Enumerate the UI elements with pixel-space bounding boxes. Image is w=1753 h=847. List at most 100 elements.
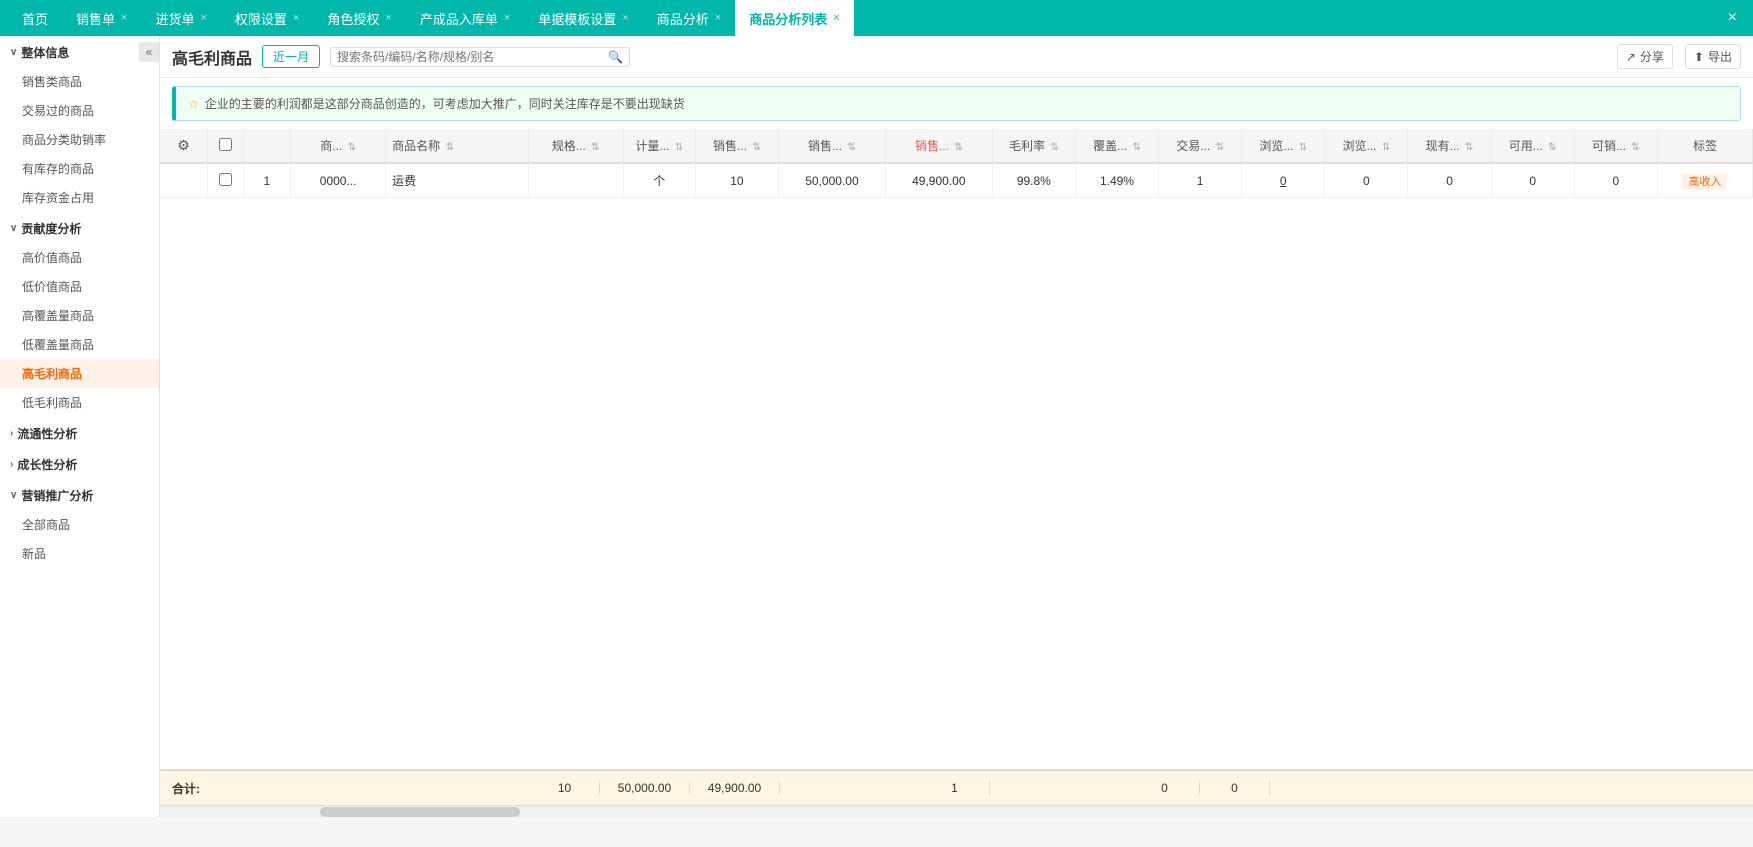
sort-icon: ⇅ [954,142,962,153]
col-gross-rate-header[interactable]: 毛利率 ⇅ [992,129,1075,163]
cell-browse1[interactable]: 0 [1242,163,1325,198]
nav-template-settings[interactable]: 单据模板设置 × [524,0,642,36]
filter-recent-month-button[interactable]: 近一月 [262,45,320,68]
cell-code: 0000... [291,163,386,198]
export-button[interactable]: ⬆ 导出 [1685,44,1741,69]
col-sales-qty-header[interactable]: 销售... ⇅ [695,129,778,163]
export-icon: ⬆ [1694,50,1704,64]
nav-permission-settings[interactable]: 权限设置 × [221,0,313,36]
cell-sellable: 0 [1574,163,1657,198]
sidebar-collapse-button[interactable]: « [139,42,159,62]
col-instock-header[interactable]: 现有... ⇅ [1408,129,1491,163]
footer-avail: 0 [1200,781,1270,795]
sidebar: « ∨ 整体信息 销售类商品 交易过的商品 商品分类助销率 有库存的商品 库存资… [0,36,160,817]
sidebar-item-stock-capital[interactable]: 库存资金占用 [0,183,159,212]
sidebar-item-instock-goods[interactable]: 有库存的商品 [0,154,159,183]
main-layout: « ∨ 整体信息 销售类商品 交易过的商品 商品分类助销率 有库存的商品 库存资… [0,36,1753,817]
col-cover-header[interactable]: 覆盖... ⇅ [1075,129,1158,163]
row-checkbox[interactable] [219,173,232,186]
col-trade-header[interactable]: 交易... ⇅ [1159,129,1242,163]
sort-icon: ⇅ [1548,142,1556,153]
sort-icon: ⇅ [847,142,855,153]
footer-instock: 0 [1130,781,1200,795]
search-icon[interactable]: 🔍 [608,50,623,64]
close-all-tabs[interactable]: × [1720,9,1745,27]
cell-name: 运费 [386,163,529,198]
col-browse2-header[interactable]: 浏览... ⇅ [1325,129,1408,163]
sidebar-item-new-goods[interactable]: 新品 [0,539,159,568]
settings-icon[interactable]: ⚙ [177,137,190,153]
col-sales-profit-header[interactable]: 销售... ⇅ [885,129,992,163]
header-actions: ↗ 分享 ⬆ 导出 [1617,44,1741,69]
nav-purchase-order[interactable]: 进货单 × [141,0,220,36]
sidebar-item-low-margin[interactable]: 低毛利商品 [0,388,159,417]
sidebar-item-category-assist-rate[interactable]: 商品分类助销率 [0,125,159,154]
sidebar-item-low-value[interactable]: 低价值商品 [0,272,159,301]
content-area: 高毛利商品 近一月 🔍 ↗ 分享 ⬆ 导出 ☆ 企业的主要的利润都是这部分商品创… [160,36,1753,817]
cell-browse2: 0 [1325,163,1408,198]
close-icon[interactable]: × [622,12,628,24]
close-icon[interactable]: × [293,12,299,24]
col-unit-header[interactable]: 计量... ⇅ [623,129,695,163]
sidebar-item-all-goods[interactable]: 全部商品 [0,510,159,539]
table-wrapper: ⚙ 商... ⇅ 商品名称 [160,129,1753,769]
cell-checkbox[interactable] [208,163,244,198]
horizontal-scroll-thumb[interactable] [320,807,520,817]
nav-role-auth[interactable]: 角色授权 × [313,0,405,36]
footer-sales-qty: 10 [530,781,600,795]
sort-icon: ⇅ [1299,142,1307,153]
sidebar-group-liquidity: › 流通性分析 [0,417,159,448]
footer-label: 合计: [172,780,200,797]
nav-sales-order[interactable]: 销售单 × [62,0,141,36]
search-input[interactable] [337,50,608,64]
sidebar-group-liquidity-title[interactable]: › 流通性分析 [0,417,159,448]
nav-product-inbound[interactable]: 产成品入库单 × [406,0,524,36]
close-icon[interactable]: × [833,12,839,24]
close-icon[interactable]: × [385,12,391,24]
close-icon[interactable]: × [121,12,127,24]
col-code-header[interactable]: 商... ⇅ [291,129,386,163]
sidebar-group-overall-title[interactable]: ∨ 整体信息 [0,36,159,67]
sidebar-item-sales-goods[interactable]: 销售类商品 [0,67,159,96]
horizontal-scroll-track[interactable] [160,805,1753,817]
col-checkbox[interactable] [208,129,244,163]
sidebar-item-high-coverage[interactable]: 高覆盖量商品 [0,301,159,330]
cell-sales-qty: 10 [695,163,778,198]
col-spec-header[interactable]: 规格... ⇅ [528,129,623,163]
sort-icon: ⇅ [1465,142,1473,153]
col-tag-header[interactable]: 标签 [1657,129,1752,163]
sidebar-item-high-value[interactable]: 高价值商品 [0,243,159,272]
nav-home[interactable]: 首页 [8,0,62,36]
nav-product-analysis-list[interactable]: 商品分析列表 × [735,0,853,36]
sidebar-item-high-margin[interactable]: 高毛利商品 [0,359,159,388]
share-button[interactable]: ↗ 分享 [1617,44,1673,69]
sidebar-group-contribution-title[interactable]: ∨ 贡献度分析 [0,212,159,243]
chevron-down-icon: ∨ [10,223,17,234]
sidebar-group-marketing-title[interactable]: ∨ 营销推广分析 [0,479,159,510]
nav-product-analysis[interactable]: 商品分析 × [643,0,735,36]
col-settings[interactable]: ⚙ [160,129,208,163]
col-browse1-header[interactable]: 浏览... ⇅ [1242,129,1325,163]
col-avail-header[interactable]: 可用... ⇅ [1491,129,1574,163]
col-name-header[interactable]: 商品名称 ⇅ [386,129,529,163]
sidebar-group-growth-title[interactable]: › 成长性分析 [0,448,159,479]
close-icon[interactable]: × [200,12,206,24]
share-icon: ↗ [1626,50,1636,64]
col-index-header[interactable] [243,129,291,163]
info-banner: ☆ 企业的主要的利润都是这部分商品创造的，可考虑加大推广，同时关注库存是不要出现… [172,86,1741,121]
close-icon[interactable]: × [715,12,721,24]
sidebar-item-low-coverage[interactable]: 低覆盖量商品 [0,330,159,359]
sidebar-group-contribution: ∨ 贡献度分析 高价值商品 低价值商品 高覆盖量商品 低覆盖量商品 高毛利商品 … [0,212,159,417]
sidebar-item-traded-goods[interactable]: 交易过的商品 [0,96,159,125]
table-body: 1 0000... 运费 个 10 50,000.00 49,900.00 99… [160,163,1753,198]
col-sellable-header[interactable]: 可销... ⇅ [1574,129,1657,163]
cell-settings [160,163,208,198]
select-all-checkbox[interactable] [219,138,232,151]
sort-icon: ⇅ [348,142,356,153]
col-sales-amt-header[interactable]: 销售... ⇅ [778,129,885,163]
cell-sales-profit: 49,900.00 [885,163,992,198]
top-nav: 首页 销售单 × 进货单 × 权限设置 × 角色授权 × 产成品入库单 × 单据… [0,0,1753,36]
chevron-right-icon: › [10,428,13,439]
close-icon[interactable]: × [504,12,510,24]
chevron-down-icon: ∨ [10,490,17,501]
